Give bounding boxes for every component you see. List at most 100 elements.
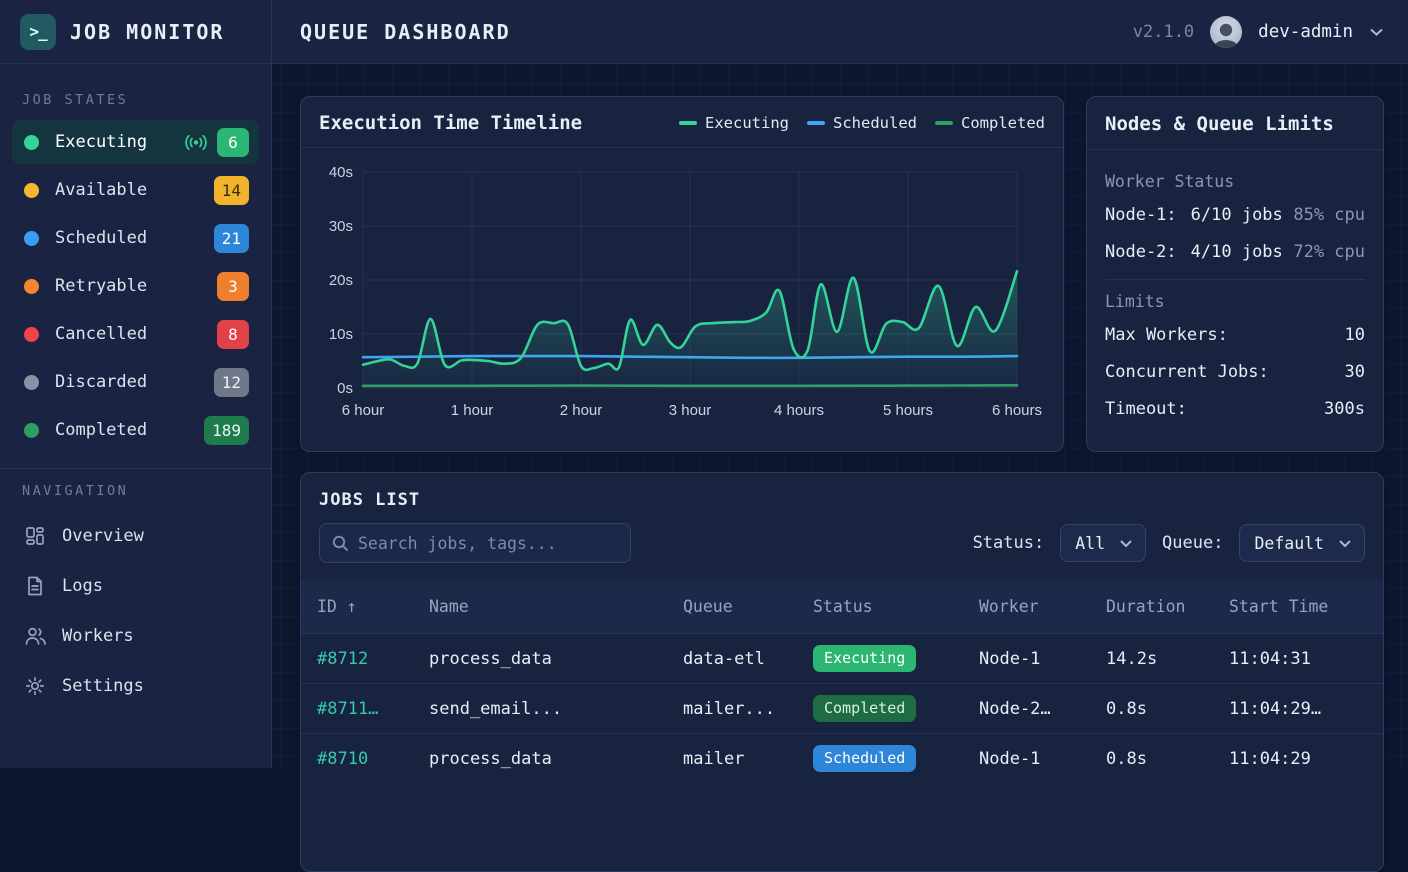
search-box[interactable] [319,523,631,563]
job-states-heading: JOB STATES [22,92,129,108]
node-jobs: 4/10 jobs [1190,242,1283,262]
column-header-status[interactable]: Status [813,597,979,616]
limit-row: Timeout: 300s [1105,399,1365,419]
table-row[interactable]: #8711… send_email... mailer... Completed Nod… [301,683,1383,733]
job-start-time: 11:04:29… [1229,698,1322,719]
node-jobs: 6/10 jobs [1190,205,1283,225]
job-duration: 0.8s [1106,748,1147,769]
limits-list: Max Workers: 10 Concurrent Jobs: 30 Timeout:… [1105,325,1365,419]
sidebar-state-cancelled[interactable]: Cancelled 8 [12,312,259,356]
state-count-badge: 12 [213,367,249,397]
job-id-link[interactable]: #8711… [317,699,429,719]
job-queue: data-etl [683,648,765,669]
sidebar-item-logs[interactable]: Logs [12,561,259,611]
job-id-link[interactable]: #8712 [317,649,429,669]
state-dot [24,374,39,390]
job-duration: 0.8s [1106,698,1147,719]
sidebar-divider [0,468,271,469]
jobs-list-title: JOBS LIST [319,490,421,510]
queue-selected-value: Default [1254,533,1324,553]
chevron-down-icon [1339,539,1351,547]
limit-row: Max Workers: 10 [1105,325,1365,345]
legend-label: Scheduled [833,114,917,132]
live-icon [185,134,207,150]
state-dot [24,134,39,150]
gear-icon [24,675,46,697]
jobs-list-card: JOBS LIST Status: All Queue: Default ID ↑Na… [300,472,1384,872]
legend-swatch [679,121,697,125]
chart-legend: Executing Scheduled Completed [679,114,1045,132]
column-header-duration[interactable]: Duration [1106,597,1229,616]
sidebar-state-scheduled[interactable]: Scheduled 21 [12,216,259,260]
state-count-area: 8 [217,319,249,349]
search-input[interactable] [358,533,618,553]
legend-item-executing: Executing [679,114,789,132]
column-header-queue[interactable]: Queue [683,597,813,616]
state-count-badge: 14 [213,175,249,205]
table-row[interactable]: #8710 process_data mailer Scheduled Node-1 0.… [301,733,1383,783]
x-tick-label: 4 hours [774,402,824,419]
nav-label: Workers [62,626,134,646]
sidebar-state-discarded[interactable]: Discarded 12 [12,360,259,404]
user-menu[interactable]: dev-admin [1258,22,1353,42]
table-row[interactable]: #8712 process_data data-etl Executing Node-1… [301,633,1383,683]
legend-swatch [807,121,825,125]
grid-icon [24,525,46,547]
sidebar-item-settings[interactable]: Settings [12,661,259,711]
sidebar-state-executing[interactable]: Executing 6 [12,120,259,164]
people-icon [24,625,46,647]
state-count-area: 12 [213,367,249,397]
sidebar-state-retryable[interactable]: Retryable 3 [12,264,259,308]
sidebar-item-overview[interactable]: Overview [12,511,259,561]
nav-label: Settings [62,676,144,696]
y-tick-label: 10s [329,326,353,343]
sidebar-state-completed[interactable]: Completed 189 [12,408,259,452]
state-dot [24,278,39,294]
state-dot [24,422,39,438]
y-tick-label: 20s [329,272,353,289]
state-label: Retryable [55,276,148,296]
state-count-badge: 8 [217,319,249,349]
job-start-time: 11:04:31 [1229,648,1311,669]
column-header-name[interactable]: Name [429,597,683,616]
queue-select[interactable]: Default [1239,524,1365,562]
column-header-worker[interactable]: Worker [979,597,1106,616]
state-label: Executing [55,132,148,152]
sidebar-state-available[interactable]: Available 14 [12,168,259,212]
document-icon [24,575,46,597]
column-header-id[interactable]: ID ↑ [317,597,429,616]
job-start-time: 11:04:29 [1229,748,1311,769]
column-header-start[interactable]: Start Time [1229,597,1383,616]
legend-label: Executing [705,114,789,132]
avatar[interactable] [1210,15,1243,48]
state-label: Scheduled [55,228,148,248]
nodes-divider [1105,279,1365,280]
state-dot [24,230,39,246]
state-label: Available [55,180,148,200]
job-queue: mailer... [683,698,776,719]
job-id-link[interactable]: #8710 [317,749,429,769]
chevron-down-icon[interactable] [1369,27,1384,37]
x-tick-label: 1 hour [451,402,494,419]
job-duration: 14.2s [1106,648,1158,669]
job-worker: Node-1 [979,748,1041,769]
table-body: #8712 process_data data-etl Executing Node-1… [301,633,1383,783]
limit-row: Concurrent Jobs: 30 [1105,362,1365,382]
x-tick-label: 6 hour [342,402,385,419]
page-title: QUEUE DASHBOARD [300,19,511,44]
node-name: Node-1: [1105,205,1177,225]
state-dot [24,182,39,198]
legend-item-scheduled: Scheduled [807,114,917,132]
state-count-badge: 3 [217,271,249,301]
status-select[interactable]: All [1060,524,1147,562]
state-count-badge: 6 [217,127,249,157]
nodes-limits-card: Nodes & Queue Limits Worker Status Node-… [1086,96,1384,452]
job-states-list: Executing 6 Available 14 Scheduled 21 Retryabl… [12,120,259,452]
limit-value: 10 [1344,325,1365,345]
job-queue: mailer [683,748,745,769]
state-count-area: 21 [213,223,249,253]
brand-name: JOB MONITOR [70,19,225,44]
worker-status-row: Node-2: 4/10 jobs 72% cpu [1105,242,1365,262]
state-count-area: 189 [204,415,249,445]
sidebar-item-workers[interactable]: Workers [12,611,259,661]
